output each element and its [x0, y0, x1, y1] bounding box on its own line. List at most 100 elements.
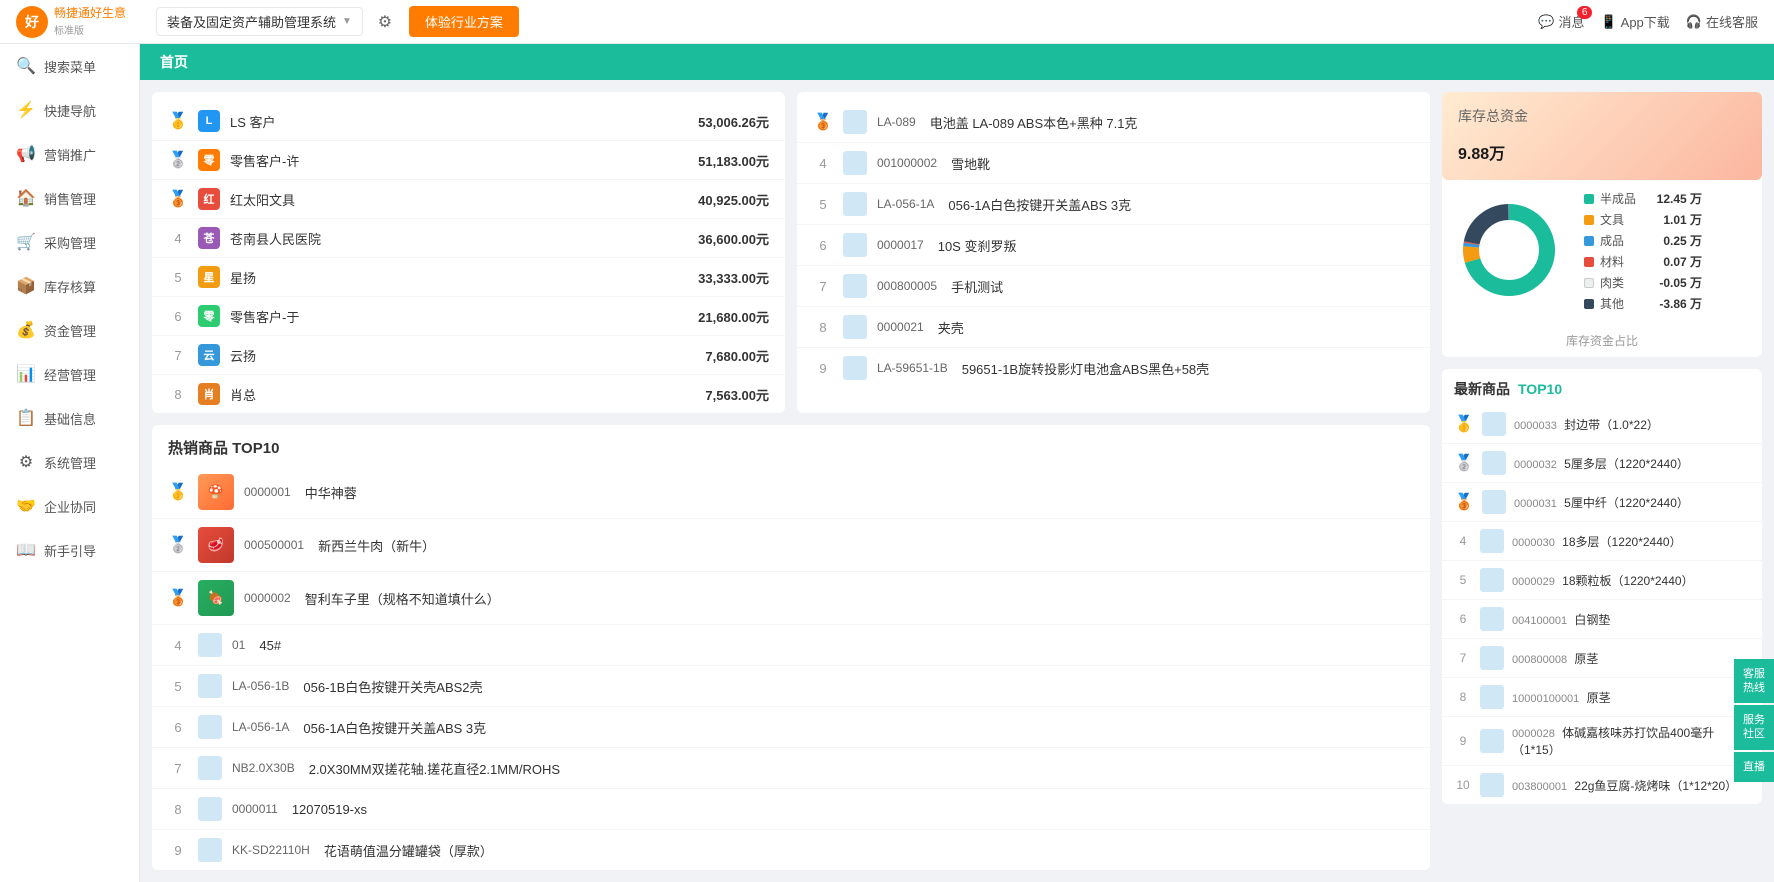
- message-icon: 💬: [1538, 14, 1554, 30]
- app-download-button[interactable]: 📱 App下载: [1600, 12, 1669, 31]
- product-thumb-r7: [843, 274, 867, 298]
- new-products-card: 最新商品 TOP10 🥇 0000033 封边带（1.0*22）: [1442, 369, 1762, 804]
- new-code-2: 0000032: [1514, 459, 1557, 471]
- product-code-r9: LA-59651-1B: [877, 361, 948, 375]
- new-rank-8: 8: [1454, 690, 1472, 704]
- legend-label-2: 成品: [1600, 232, 1636, 249]
- legend-label-5: 其他: [1600, 295, 1636, 312]
- new-info-9: 0000028 体碱嘉核味苏打饮品400毫升（1*15）: [1512, 724, 1750, 758]
- hot-code-9: KK-SD22110H: [232, 843, 310, 857]
- product-thumb-r9: [843, 356, 867, 380]
- hot-bottom-row-4: 4 01 45#: [152, 625, 1430, 666]
- customer-badge-4: 苍: [198, 227, 220, 249]
- system-selector[interactable]: 装备及固定资产辅助管理系统 ▼: [156, 7, 363, 36]
- legend-dot-4: [1584, 278, 1594, 288]
- inventory-amount: 9.88万: [1458, 134, 1746, 166]
- new-row-4: 4 0000030 18多层（1220*2440）: [1442, 522, 1762, 561]
- new-medal-gold-icon: 🥇: [1454, 414, 1474, 434]
- new-name-3: 5厘中纤（1220*2440）: [1564, 496, 1689, 510]
- legend-value-0: 12.45 万: [1642, 190, 1702, 207]
- sidebar-item-guide[interactable]: 📖 新手引导: [0, 528, 139, 572]
- customer-badge-6: 零: [198, 305, 220, 327]
- rank-8-r: 8: [813, 320, 833, 335]
- customer-amount-3: 40,925.00元: [698, 190, 769, 209]
- customer-row-6: 6 零 零售客户-于 21,680.00元: [152, 297, 785, 336]
- new-thumb-5: [1480, 568, 1504, 592]
- sidebar-item-search[interactable]: 🔍 搜索菜单: [0, 44, 139, 88]
- new-thumb-10: [1480, 773, 1504, 797]
- new-info-4: 0000030 18多层（1220*2440）: [1512, 533, 1750, 550]
- customer-amount-5: 33,333.00元: [698, 268, 769, 287]
- trial-button[interactable]: 体验行业方案: [409, 6, 519, 37]
- product-thumb-r5: [843, 192, 867, 216]
- product-img-2: 🥩: [198, 527, 234, 563]
- customer-badge-1: L: [198, 110, 220, 132]
- new-thumb-8: [1480, 685, 1504, 709]
- legend-value-2: 0.25 万: [1642, 232, 1702, 249]
- customer-name-6: 零售客户-于: [230, 307, 688, 326]
- hot-rank-5: 5: [168, 679, 188, 694]
- sidebar-item-basic[interactable]: 📋 基础信息: [0, 396, 139, 440]
- new-medal-silver-icon: 🥈: [1454, 453, 1474, 473]
- rank-num-5: 5: [168, 270, 188, 285]
- product-code-r7: 000800005: [877, 279, 937, 293]
- home-tab[interactable]: 首页: [160, 52, 188, 72]
- float-btn-service[interactable]: 客服热线: [1734, 659, 1774, 704]
- hot-rank-8: 8: [168, 802, 188, 817]
- hot-rank-7: 7: [168, 761, 188, 776]
- cart-icon: 🛒: [16, 232, 36, 252]
- hot-name-1: 中华神蓉: [305, 483, 1414, 502]
- product-name-r3: 电池盖 LA-089 ABS本色+黑种 7.1克: [930, 113, 1414, 132]
- product-thumb-r8: [843, 315, 867, 339]
- medal-gold-icon: 🥇: [168, 111, 188, 131]
- main-layout: 🔍 搜索菜单 ⚡ 快捷导航 📢 营销推广 🏠 销售管理 🛒 采购管理 📦 库存核…: [0, 44, 1774, 882]
- sidebar-item-operation[interactable]: 📊 经营管理: [0, 352, 139, 396]
- new-code-10: 003800001: [1512, 781, 1567, 793]
- sidebar-item-marketing[interactable]: 📢 营销推广: [0, 132, 139, 176]
- rank-7-r: 7: [813, 279, 833, 294]
- headset-icon: 🎧: [1686, 14, 1702, 30]
- app-download-label: App下载: [1621, 12, 1670, 31]
- new-thumb-9: [1480, 729, 1504, 753]
- float-btn-live[interactable]: 直播: [1734, 752, 1774, 782]
- new-code-8: 10000100001: [1512, 693, 1579, 705]
- product-img-7: [198, 756, 222, 780]
- hot-right-row-5: 5 LA-056-1A 056-1A白色按键开关盖ABS 3克: [797, 184, 1430, 225]
- inventory-legend: 半成品 12.45 万 文具 1.01 万 成品 0: [1584, 190, 1702, 312]
- hot-bottom-row-1: 🥇 🍄 0000001 中华神蓉: [152, 466, 1430, 519]
- new-row-5: 5 0000029 18颗粒板（1220*2440）: [1442, 561, 1762, 600]
- message-badge: 6: [1577, 6, 1593, 19]
- sidebar-item-purchase[interactable]: 🛒 采购管理: [0, 220, 139, 264]
- online-service-button[interactable]: 🎧 在线客服: [1686, 12, 1758, 31]
- sidebar-item-system[interactable]: ⚙ 系统管理: [0, 440, 139, 484]
- sidebar-label-marketing: 营销推广: [44, 145, 96, 164]
- customer-row-7: 7 云 云扬 7,680.00元: [152, 336, 785, 375]
- message-button[interactable]: 💬 消息 6: [1538, 12, 1584, 31]
- float-btn-community[interactable]: 服务社区: [1734, 705, 1774, 750]
- logo-sub: 标准版: [54, 22, 126, 37]
- donut-svg: [1454, 195, 1564, 308]
- hot-medal-bronze-icon: 🥉: [168, 588, 188, 608]
- logo-area: 好 畅捷通好生意 标准版: [16, 6, 156, 38]
- settings-icon[interactable]: ⚙: [369, 6, 401, 38]
- sidebar-item-inventory[interactable]: 📦 库存核算: [0, 264, 139, 308]
- rank-num-7: 7: [168, 348, 188, 363]
- customer-row-2: 🥈 零 零售客户-许 51,183.00元: [152, 141, 785, 180]
- sidebar-item-nav[interactable]: ⚡ 快捷导航: [0, 88, 139, 132]
- hot-right-row-7: 7 000800005 手机测试: [797, 266, 1430, 307]
- hot-medal-silver-icon: 🥈: [168, 535, 188, 555]
- left-panel: 🥇 L LS 客户 53,006.26元 🥈 零 零售客户-许 51,183.0…: [152, 92, 1430, 870]
- sidebar-item-finance[interactable]: 💰 资金管理: [0, 308, 139, 352]
- sidebar-item-collab[interactable]: 🤝 企业协同: [0, 484, 139, 528]
- new-rank-4: 4: [1454, 534, 1472, 548]
- hot-name-2: 新西兰牛肉（新牛）: [318, 536, 1414, 555]
- product-img-4: [198, 633, 222, 657]
- hot-code-6: LA-056-1A: [232, 720, 289, 734]
- customer-amount-1: 53,006.26元: [698, 112, 769, 131]
- hot-products-right-card: 🥉 LA-089 电池盖 LA-089 ABS本色+黑种 7.1克 4 0010…: [797, 92, 1430, 413]
- donut-chart: 半成品 12.45 万 文具 1.01 万 成品 0: [1442, 190, 1762, 322]
- float-buttons: 客服热线 服务社区 直播: [1734, 659, 1774, 782]
- book-icon: 📖: [16, 540, 36, 560]
- sidebar-item-sales[interactable]: 🏠 销售管理: [0, 176, 139, 220]
- logo-text: 畅捷通好生意: [54, 6, 126, 22]
